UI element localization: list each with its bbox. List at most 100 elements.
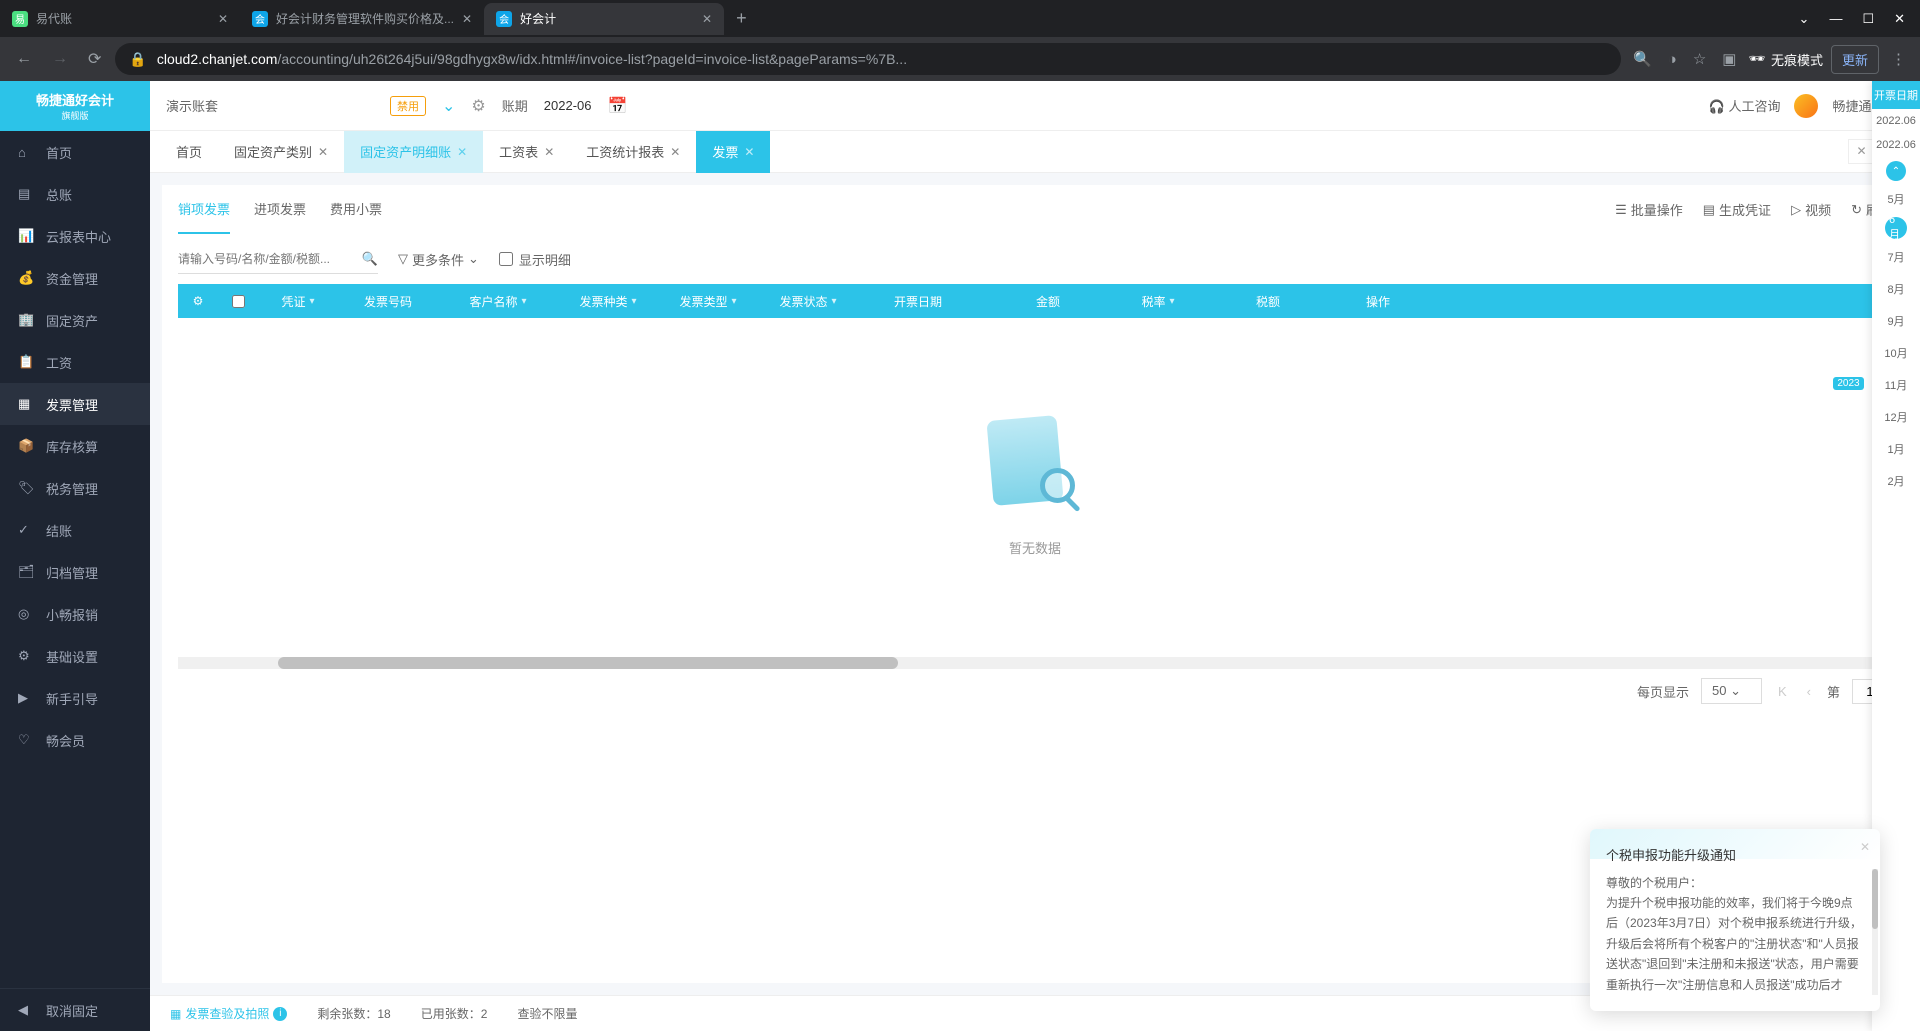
table-header-5[interactable]: 发票状态 ▾ [758, 293, 858, 310]
checkbox-column[interactable] [218, 295, 258, 308]
sub-tab-2[interactable]: 费用小票 [330, 185, 382, 234]
search-icon[interactable]: 🔍 [362, 251, 378, 267]
table-header-4[interactable]: 发票类型 ▾ [658, 293, 758, 310]
support-button[interactable]: 🎧 人工咨询 [1709, 96, 1781, 115]
reload-button[interactable]: ⟳ [82, 43, 107, 75]
date-range-start[interactable]: 2022.06 [1872, 109, 1920, 133]
sidebar-item-5[interactable]: 📋工资 [0, 341, 150, 383]
close-icon[interactable]: ✕ [218, 12, 228, 26]
page-tab-5[interactable]: 发票✕ [696, 131, 770, 173]
filter-icon[interactable]: ▾ [309, 296, 314, 307]
scrollbar-thumb[interactable] [278, 657, 898, 669]
zoom-icon[interactable]: 🔍 [1629, 46, 1656, 72]
browser-tab-1[interactable]: 易 易代账 ✕ [0, 3, 240, 35]
video-button[interactable]: ▷ 视频 [1791, 200, 1831, 219]
month-1[interactable]: 6月 [1885, 217, 1907, 239]
batch-action-button[interactable]: ☰ 批量操作 [1615, 200, 1683, 219]
more-filters-button[interactable]: ▽ 更多条件 ⌄ [398, 250, 479, 269]
sidebar-item-8[interactable]: 🏷税务管理 [0, 467, 150, 509]
select-all-checkbox[interactable] [232, 295, 245, 308]
calendar-icon[interactable]: 📅 [608, 96, 628, 116]
generate-voucher-button[interactable]: ▤ 生成凭证 [1703, 200, 1771, 219]
dropdown-icon[interactable]: ⌄ [1799, 11, 1810, 27]
month-6[interactable]: 11月 [1881, 371, 1911, 399]
per-page-select[interactable]: 50 ⌄ [1701, 678, 1762, 704]
minimize-icon[interactable]: — [1829, 11, 1842, 27]
avatar[interactable] [1794, 94, 1818, 118]
table-header-6[interactable]: 开票日期 [858, 293, 978, 310]
new-tab-button[interactable]: + [724, 8, 759, 29]
table-header-10[interactable]: 操作 [1338, 293, 1418, 310]
filter-icon[interactable]: ▾ [831, 296, 836, 307]
sidebar-item-9[interactable]: ✓结账 [0, 509, 150, 551]
table-header-2[interactable]: 客户名称 ▾ [438, 293, 558, 310]
table-header-7[interactable]: 金额 [978, 293, 1118, 310]
date-range-end[interactable]: 2022.06 [1872, 133, 1920, 157]
month-3[interactable]: 8月 [1883, 275, 1908, 303]
month-4[interactable]: 9月 [1883, 307, 1908, 335]
sidebar-item-0[interactable]: ⌂首页 [0, 131, 150, 173]
sidebar-item-7[interactable]: 📦库存核算 [0, 425, 150, 467]
month-2[interactable]: 7月 [1883, 243, 1908, 271]
table-header-9[interactable]: 税额 [1198, 293, 1338, 310]
page-tab-0[interactable]: 首页 [160, 131, 218, 173]
show-detail-checkbox[interactable]: 显示明细 [499, 250, 571, 269]
page-tab-1[interactable]: 固定资产类别✕ [218, 131, 344, 173]
sidebar-item-10[interactable]: 🗂归档管理 [0, 551, 150, 593]
close-icon[interactable]: ✕ [462, 12, 472, 26]
forward-button[interactable]: → [46, 44, 74, 74]
notification-scrollbar[interactable] [1872, 869, 1878, 995]
invoice-check-link[interactable]: ▦ 发票查验及拍照 i [170, 1005, 287, 1022]
extension-icon[interactable]: ◑ [1664, 47, 1681, 72]
table-header-8[interactable]: 税率 ▾ [1118, 293, 1198, 310]
page-tab-4[interactable]: 工资统计报表✕ [570, 131, 696, 173]
sidebar-item-11[interactable]: ◎小畅报销 [0, 593, 150, 635]
sub-tab-0[interactable]: 销项发票 [178, 185, 230, 234]
month-5[interactable]: 10月 [1880, 339, 1911, 367]
sidebar-item-4[interactable]: 🏢固定资产 [0, 299, 150, 341]
filter-icon[interactable]: ▾ [521, 296, 526, 307]
close-icon[interactable]: ✕ [457, 145, 467, 159]
sidebar-item-13[interactable]: ▶新手引导 [0, 677, 150, 719]
sidebar-item-1[interactable]: ▤总账 [0, 173, 150, 215]
sub-tab-1[interactable]: 进项发票 [254, 185, 306, 234]
sidebar-item-3[interactable]: 💰资金管理 [0, 257, 150, 299]
settings-column[interactable]: ⚙ [178, 294, 218, 308]
month-0[interactable]: 5月 [1883, 185, 1908, 213]
page-tab-3[interactable]: 工资表✕ [483, 131, 570, 173]
close-icon[interactable]: ✕ [702, 12, 712, 26]
unpin-button[interactable]: ◀ 取消固定 [0, 989, 150, 1031]
extensions-icon[interactable]: ▣ [1718, 46, 1740, 72]
back-button[interactable]: ← [10, 44, 38, 74]
filter-icon[interactable]: ▾ [631, 296, 636, 307]
browser-tab-2[interactable]: 会 好会计财务管理软件购买价格及... ✕ [240, 3, 484, 35]
page-tab-2[interactable]: 固定资产明细账✕ [344, 131, 483, 173]
url-input[interactable]: 🔒 cloud2.chanjet.com/accounting/uh26t264… [115, 43, 1621, 75]
account-selector[interactable]: 演示账套 [166, 96, 218, 115]
scroll-up-button[interactable]: ⌃ [1886, 161, 1906, 181]
prev-page-button[interactable]: ‹ [1803, 684, 1815, 699]
sidebar-item-2[interactable]: 📊云报表中心 [0, 215, 150, 257]
horizontal-scrollbar[interactable] [178, 657, 1892, 669]
search-input[interactable] [178, 252, 362, 266]
checkbox-input[interactable] [499, 252, 513, 266]
bookmark-icon[interactable]: ☆ [1689, 46, 1710, 72]
close-icon[interactable]: ✕ [744, 145, 754, 159]
close-icon[interactable]: ✕ [544, 145, 554, 159]
first-page-button[interactable]: K [1774, 684, 1791, 699]
month-9[interactable]: 2月 [1883, 467, 1908, 495]
period-value[interactable]: 2022-06 [544, 98, 592, 113]
sidebar-item-12[interactable]: ⚙基础设置 [0, 635, 150, 677]
month-7[interactable]: 12月 [1880, 403, 1911, 431]
table-header-0[interactable]: 凭证 ▾ [258, 293, 338, 310]
close-window-icon[interactable]: ✕ [1894, 11, 1905, 27]
table-header-3[interactable]: 发票种类 ▾ [558, 293, 658, 310]
table-header-1[interactable]: 发票号码 [338, 293, 438, 310]
filter-icon[interactable]: ▾ [1169, 296, 1174, 307]
month-8[interactable]: 1月 [1883, 435, 1908, 463]
browser-tab-3[interactable]: 会 好会计 ✕ [484, 3, 724, 35]
gear-icon[interactable]: ⚙ [471, 96, 485, 116]
filter-icon[interactable]: ▾ [731, 296, 736, 307]
update-button[interactable]: 更新 [1831, 45, 1879, 74]
maximize-icon[interactable]: ☐ [1862, 11, 1874, 27]
